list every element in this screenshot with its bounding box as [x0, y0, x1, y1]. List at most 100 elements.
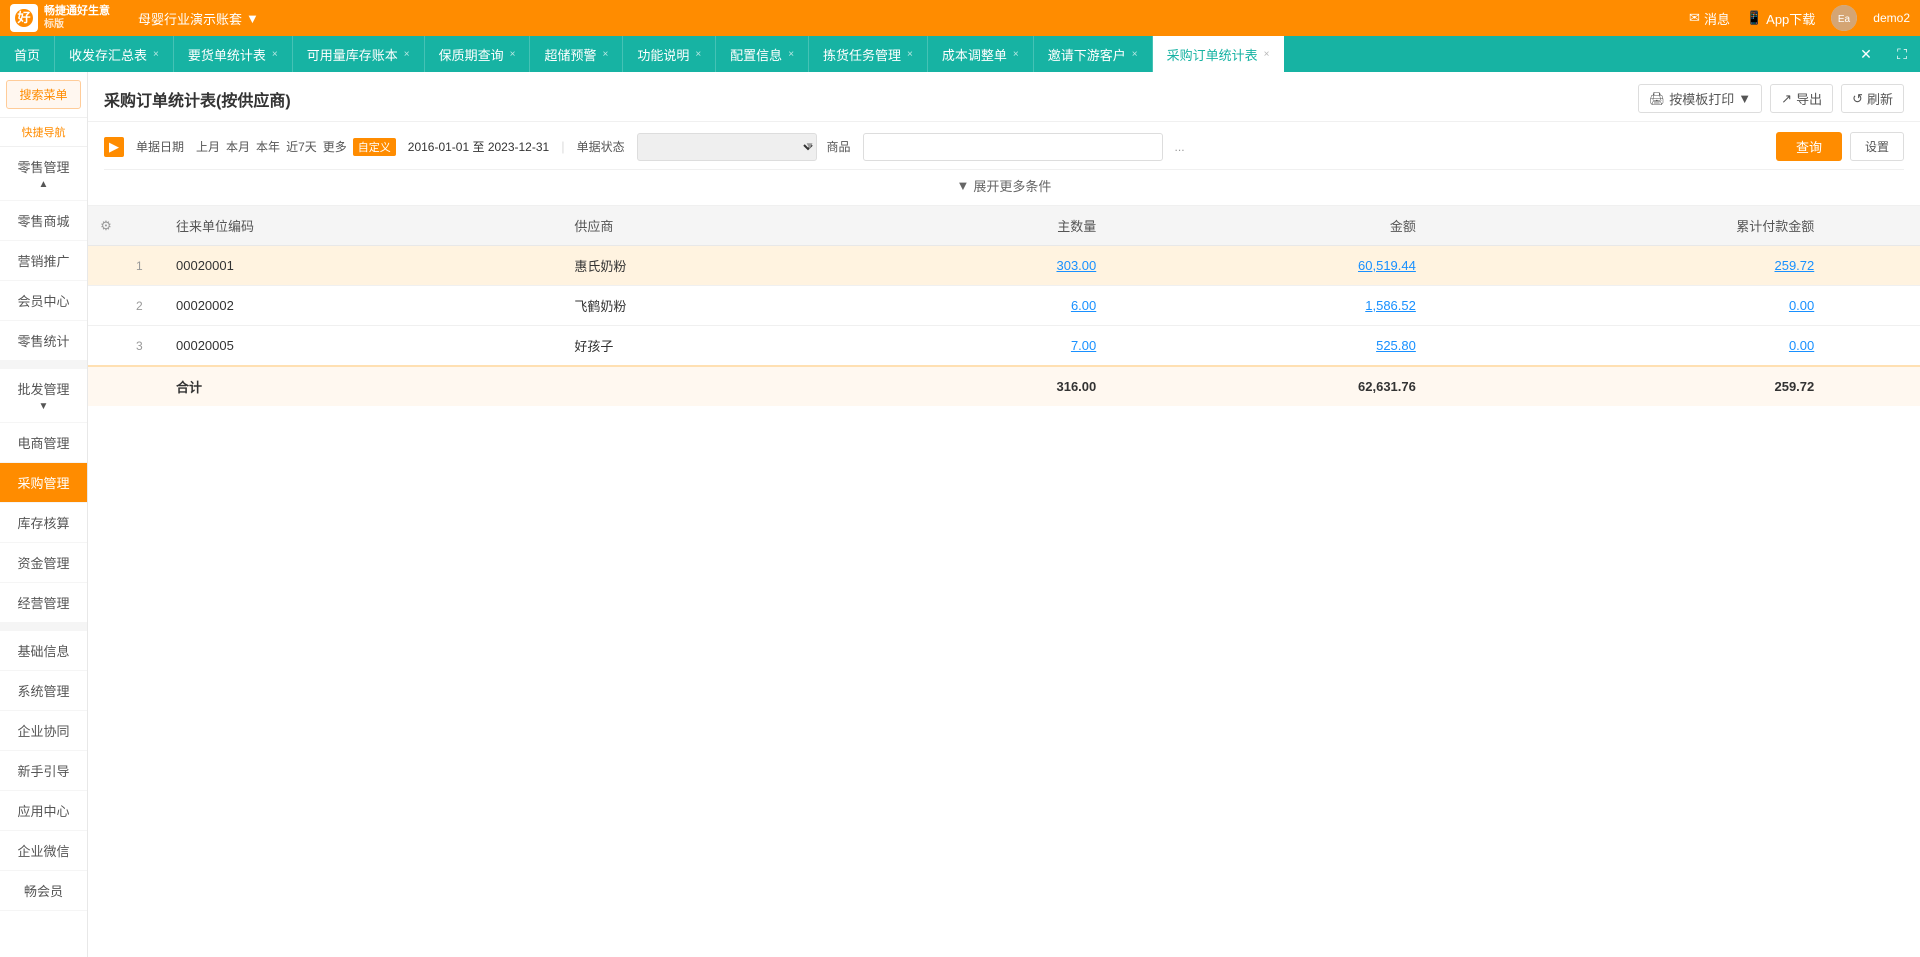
nav-maximize-btn[interactable]: ⛶: [1884, 36, 1920, 72]
settings-col-icon[interactable]: ⚙: [100, 218, 112, 233]
sidebar-search-btn[interactable]: 搜索菜单: [6, 80, 81, 109]
tab-采购订单统计表[interactable]: 采购订单统计表 ×: [1153, 36, 1285, 72]
expand-more-label: 展开更多条件: [973, 176, 1051, 195]
col-extra: [1826, 206, 1920, 246]
custom-date-badge[interactable]: 自定义: [353, 138, 396, 156]
tab-成本调整单[interactable]: 成本调整单 ×: [928, 36, 1034, 72]
cell-settings: [88, 286, 124, 326]
col-settings: ⚙: [88, 206, 124, 246]
sidebar-item-企业微信[interactable]: 企业微信: [0, 831, 87, 871]
expand-more-btn[interactable]: ▼ 展开更多条件: [104, 169, 1904, 195]
sidebar-item-资金管理[interactable]: 资金管理: [0, 543, 87, 583]
sidebar-item-营销推广[interactable]: 营销推广: [0, 241, 87, 281]
page-header: 采购订单统计表(按供应商) 🖨 按模板打印 ▼ ↗ 导出 ↺ 刷新: [88, 72, 1920, 122]
sidebar-item-批发管理[interactable]: 批发管理 ▼: [0, 369, 87, 423]
goods-filter-label: 商品: [827, 138, 851, 155]
tab-可用量库存账本[interactable]: 可用量库存账本 ×: [293, 36, 425, 72]
query-button[interactable]: 查询: [1776, 132, 1842, 161]
refresh-button[interactable]: ↺ 刷新: [1841, 84, 1904, 113]
footer-qty: 316.00: [859, 366, 1108, 406]
sidebar-item-label: 资金管理: [17, 553, 69, 572]
goods-filter-input[interactable]: [863, 133, 1163, 161]
tab-close-icon[interactable]: ×: [404, 49, 410, 60]
sidebar-item-零售统计[interactable]: 零售统计: [0, 321, 87, 361]
shortcut-this-month[interactable]: 本月: [226, 138, 250, 155]
cell-amount: 1,586.52: [1108, 286, 1428, 326]
tab-邀请下游客户[interactable]: 邀请下游客户 ×: [1034, 36, 1153, 72]
sidebar-item-企业协同[interactable]: 企业协同: [0, 711, 87, 751]
filter-separator: |: [561, 139, 564, 154]
sidebar-item-label: 采购管理: [17, 473, 69, 492]
sidebar-item-会员中心[interactable]: 会员中心: [0, 281, 87, 321]
sidebar-item-零售商城[interactable]: 零售商城: [0, 201, 87, 241]
filter-toggle-btn[interactable]: ▶: [104, 137, 124, 157]
print-button[interactable]: 🖨 按模板打印 ▼: [1638, 84, 1762, 113]
sidebar-item-电商管理[interactable]: 电商管理: [0, 423, 87, 463]
tab-close-icon[interactable]: ×: [788, 49, 794, 60]
top-bar: 好 畅捷通好生意 标版 母婴行业演示账套 ▼ ✉ 消息 📱 App下载 demo…: [0, 0, 1920, 36]
shortcut-last-month[interactable]: 上月: [196, 138, 220, 155]
tab-功能说明[interactable]: 功能说明 ×: [623, 36, 716, 72]
shortcut-more[interactable]: 更多: [323, 138, 347, 155]
tab-保质期查询[interactable]: 保质期查询 ×: [425, 36, 531, 72]
tab-要货单统计表[interactable]: 要货单统计表 ×: [174, 36, 293, 72]
sidebar-item-label: 零售统计: [17, 331, 69, 350]
user-avatar[interactable]: [1831, 5, 1857, 31]
sidebar-item-label: 批发管理: [17, 379, 69, 398]
sidebar-item-label: 电商管理: [17, 433, 69, 452]
col-paid: 累计付款金额: [1428, 206, 1826, 246]
tab-close-icon[interactable]: ×: [272, 49, 278, 60]
tab-close-icon[interactable]: ×: [153, 49, 159, 60]
nav-close-all-btn[interactable]: ✕: [1848, 36, 1884, 72]
tab-close-icon[interactable]: ×: [695, 49, 701, 60]
app-edition: 标版: [44, 19, 110, 31]
app-download-btn[interactable]: 📱 App下载: [1746, 9, 1815, 28]
footer-settings: [88, 366, 124, 406]
sidebar-item-应用中心[interactable]: 应用中心: [0, 791, 87, 831]
filter-row: ▶ 单据日期 上月 本月 本年 近7天 更多 自定义 2016-01-01 至 …: [104, 132, 1904, 161]
cell-seq: 3: [124, 326, 164, 367]
cell-settings: [88, 326, 124, 367]
cell-extra: [1826, 286, 1920, 326]
tab-label: 可用量库存账本: [307, 45, 398, 64]
shortcut-7days[interactable]: 近7天: [286, 138, 317, 155]
tab-close-icon[interactable]: ×: [1132, 49, 1138, 60]
sidebar-item-采购管理[interactable]: 采购管理: [0, 463, 87, 503]
table-header-row: ⚙ 往来单位编码 供应商 主数量 金额 累计付款金额: [88, 206, 1920, 246]
tab-close-icon[interactable]: ×: [602, 49, 608, 60]
goods-more-btn[interactable]: ...: [1175, 140, 1185, 154]
shortcut-this-year[interactable]: 本年: [256, 138, 280, 155]
sidebar-item-库存核算[interactable]: 库存核算: [0, 503, 87, 543]
workspace-selector[interactable]: 母婴行业演示账套 ▼: [138, 9, 259, 28]
tab-收发存汇总表[interactable]: 收发存汇总表 ×: [55, 36, 174, 72]
tab-label: 保质期查询: [439, 45, 504, 64]
tab-close-icon[interactable]: ×: [1013, 49, 1019, 60]
page-title: 采购订单统计表(按供应商): [104, 87, 291, 111]
status-select[interactable]: [637, 133, 817, 161]
sidebar-item-零售管理[interactable]: 零售管理 ▲: [0, 147, 87, 201]
cell-amount: 60,519.44: [1108, 246, 1428, 286]
sidebar-item-基础信息[interactable]: 基础信息: [0, 631, 87, 671]
cell-code: 00020002: [164, 286, 562, 326]
tab-close-icon[interactable]: ×: [907, 49, 913, 60]
sidebar-item-畅会员[interactable]: 畅会员: [0, 871, 87, 911]
sidebar-item-label: 零售管理: [17, 157, 69, 176]
tab-拣货任务管理[interactable]: 拣货任务管理 ×: [809, 36, 928, 72]
sidebar-item-经营管理[interactable]: 经营管理: [0, 583, 87, 623]
tab-超储预警[interactable]: 超储预警 ×: [530, 36, 623, 72]
tab-配置信息[interactable]: 配置信息 ×: [716, 36, 809, 72]
sidebar-quick-nav[interactable]: 快捷导航: [0, 118, 87, 147]
sidebar-item-系统管理[interactable]: 系统管理: [0, 671, 87, 711]
cell-paid: 0.00: [1428, 286, 1826, 326]
content-area: 采购订单统计表(按供应商) 🖨 按模板打印 ▼ ↗ 导出 ↺ 刷新: [88, 72, 1920, 957]
sidebar-item-新手引导[interactable]: 新手引导: [0, 751, 87, 791]
tab-home[interactable]: 首页: [0, 36, 55, 72]
tab-close-icon[interactable]: ×: [1264, 49, 1270, 60]
date-shortcuts: 上月 本月 本年 近7天 更多 自定义: [196, 138, 396, 156]
logo-icon: 好: [10, 4, 38, 32]
tab-close-icon[interactable]: ×: [510, 49, 516, 60]
export-button[interactable]: ↗ 导出: [1770, 84, 1833, 113]
message-btn[interactable]: ✉ 消息: [1689, 9, 1730, 28]
settings-button[interactable]: 设置: [1850, 132, 1904, 161]
footer-paid: 259.72: [1428, 366, 1826, 406]
